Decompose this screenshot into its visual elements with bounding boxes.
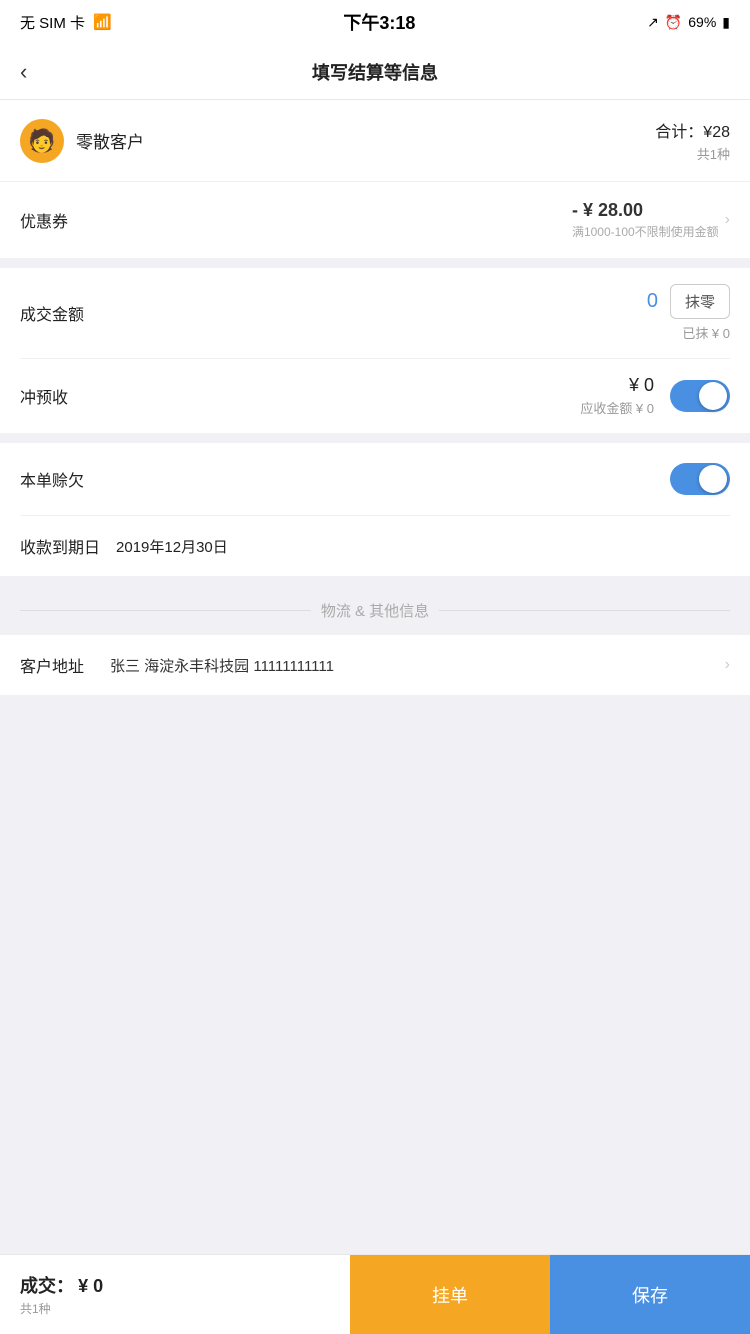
debit-section: 本单赊欠 收款到期日 2019年12月30日 bbox=[0, 443, 750, 576]
pre-receive-label: 冲预收 bbox=[20, 384, 100, 408]
deal-amount-label: 成交金额 bbox=[20, 301, 100, 325]
location-icon: ↗ bbox=[647, 14, 659, 31]
round-button[interactable]: 抹零 bbox=[670, 284, 730, 319]
pre-receive-toggle[interactable] bbox=[670, 380, 730, 412]
nav-bar: ‹ 填写结算等信息 bbox=[0, 44, 750, 100]
due-date-row: 收款到期日 2019年12月30日 bbox=[20, 516, 730, 576]
pre-main-amount: ¥ 0 bbox=[580, 375, 654, 396]
avatar: 🧑 bbox=[20, 119, 64, 163]
address-chevron-icon: › bbox=[725, 656, 730, 674]
deal-amount-value[interactable]: 0 bbox=[618, 290, 658, 313]
back-button[interactable]: ‹ bbox=[20, 59, 27, 85]
avatar-icon: 🧑 bbox=[28, 128, 55, 154]
footer: 成交： ¥ 0 共1种 挂单 保存 bbox=[0, 1254, 750, 1334]
divider-line-right bbox=[439, 610, 730, 611]
due-date-value[interactable]: 2019年12月30日 bbox=[116, 536, 228, 557]
status-right: ↗ ⏰ 69% ▮ bbox=[647, 14, 730, 31]
coupon-amount: - ¥ 28.00 bbox=[572, 200, 719, 221]
deal-amount-sub: 已抹 ¥ 0 bbox=[682, 323, 730, 342]
status-bar: 无 SIM 卡 📶 下午3:18 ↗ ⏰ 69% ▮ bbox=[0, 0, 750, 44]
battery-label: 69% bbox=[688, 14, 716, 30]
debit-toggle[interactable] bbox=[670, 463, 730, 495]
debit-row: 本单赊欠 bbox=[20, 443, 730, 516]
pre-receive-right: ¥ 0 应收金额 ¥ 0 bbox=[580, 375, 730, 417]
footer-deal-prefix: 成交： bbox=[20, 1276, 74, 1296]
address-value: 张三 海淀永丰科技园 11111111111 bbox=[110, 655, 725, 676]
address-row[interactable]: 客户地址 张三 海淀永丰科技园 11111111111 › bbox=[0, 635, 750, 695]
carrier-label: 无 SIM 卡 bbox=[20, 12, 85, 33]
time-label: 下午3:18 bbox=[343, 9, 415, 35]
footer-count-label: 共1种 bbox=[20, 1300, 330, 1317]
battery-icon: ▮ bbox=[722, 14, 730, 31]
deal-amount-right: 0 抹零 bbox=[618, 284, 730, 319]
customer-name: 零散客户 bbox=[76, 128, 144, 153]
nav-title: 填写结算等信息 bbox=[312, 59, 438, 85]
address-label: 客户地址 bbox=[20, 653, 90, 677]
wifi-icon: 📶 bbox=[93, 13, 112, 31]
coupon-row[interactable]: 优惠券 - ¥ 28.00 满1000-100不限制使用金额 › bbox=[0, 181, 750, 258]
coupon-label: 优惠券 bbox=[20, 208, 68, 232]
customer-right: 合计：¥28 共1种 bbox=[655, 118, 730, 163]
footer-info: 成交： ¥ 0 共1种 bbox=[0, 1255, 350, 1334]
address-section: 客户地址 张三 海淀永丰科技园 11111111111 › bbox=[0, 635, 750, 695]
status-left: 无 SIM 卡 📶 bbox=[20, 12, 112, 33]
logistics-label: 物流 & 其他信息 bbox=[321, 600, 429, 621]
coupon-desc: 满1000-100不限制使用金额 bbox=[572, 223, 719, 240]
deal-amount-row: 成交金额 0 抹零 已抹 ¥ 0 bbox=[20, 268, 730, 359]
total-label: 合计：¥28 bbox=[655, 118, 730, 142]
form-section: 成交金额 0 抹零 已抹 ¥ 0 冲预收 ¥ 0 应收金额 ¥ 0 bbox=[0, 268, 750, 433]
due-date-label: 收款到期日 bbox=[20, 534, 100, 558]
alarm-icon: ⏰ bbox=[665, 14, 682, 31]
divider-line-left bbox=[20, 610, 311, 611]
footer-deal-label: 成交： ¥ 0 bbox=[20, 1272, 330, 1298]
spacer bbox=[0, 705, 750, 805]
pre-receive-amounts: ¥ 0 应收金额 ¥ 0 bbox=[580, 375, 654, 417]
customer-row: 🧑 零散客户 合计：¥28 共1种 bbox=[0, 100, 750, 181]
debit-label: 本单赊欠 bbox=[20, 467, 84, 491]
coupon-chevron-icon: › bbox=[725, 211, 730, 229]
count-label: 共1种 bbox=[655, 144, 730, 163]
footer-deal-amount: ¥ 0 bbox=[78, 1276, 103, 1296]
pre-sub-amount: 应收金额 ¥ 0 bbox=[580, 398, 654, 417]
save-button[interactable]: 保存 bbox=[550, 1255, 750, 1334]
logistics-divider: 物流 & 其他信息 bbox=[0, 586, 750, 635]
customer-left: 🧑 零散客户 bbox=[20, 119, 144, 163]
coupon-right: - ¥ 28.00 满1000-100不限制使用金额 › bbox=[572, 200, 730, 240]
hold-button[interactable]: 挂单 bbox=[350, 1255, 550, 1334]
customer-section: 🧑 零散客户 合计：¥28 共1种 优惠券 - ¥ 28.00 满1000-10… bbox=[0, 100, 750, 258]
pre-receive-row: 冲预收 ¥ 0 应收金额 ¥ 0 bbox=[20, 359, 730, 433]
